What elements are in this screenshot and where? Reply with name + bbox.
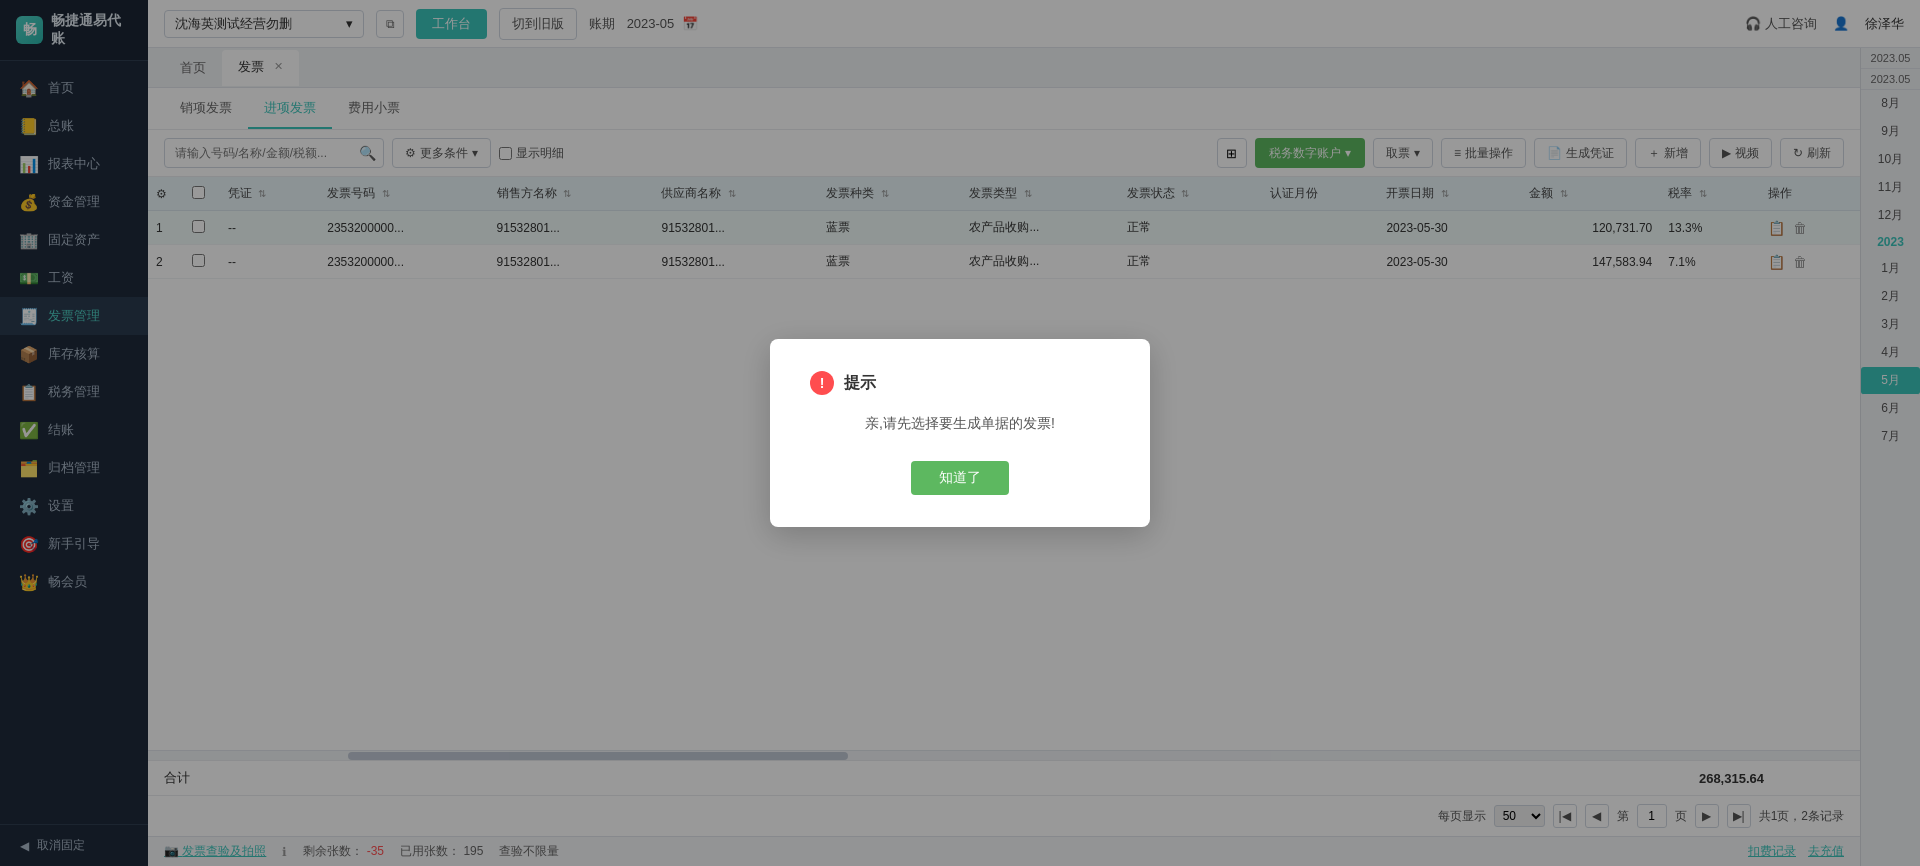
modal-title: ! 提示 [810,371,1110,395]
modal-footer: 知道了 [810,461,1110,495]
modal-confirm-button[interactable]: 知道了 [911,461,1009,495]
modal-title-text: 提示 [844,373,876,394]
modal-overlay: ! 提示 亲,请先选择要生成单据的发票! 知道了 [0,0,1920,866]
modal-message: 亲,请先选择要生成单据的发票! [810,415,1110,433]
modal-box: ! 提示 亲,请先选择要生成单据的发票! 知道了 [770,339,1150,527]
warning-icon: ! [810,371,834,395]
